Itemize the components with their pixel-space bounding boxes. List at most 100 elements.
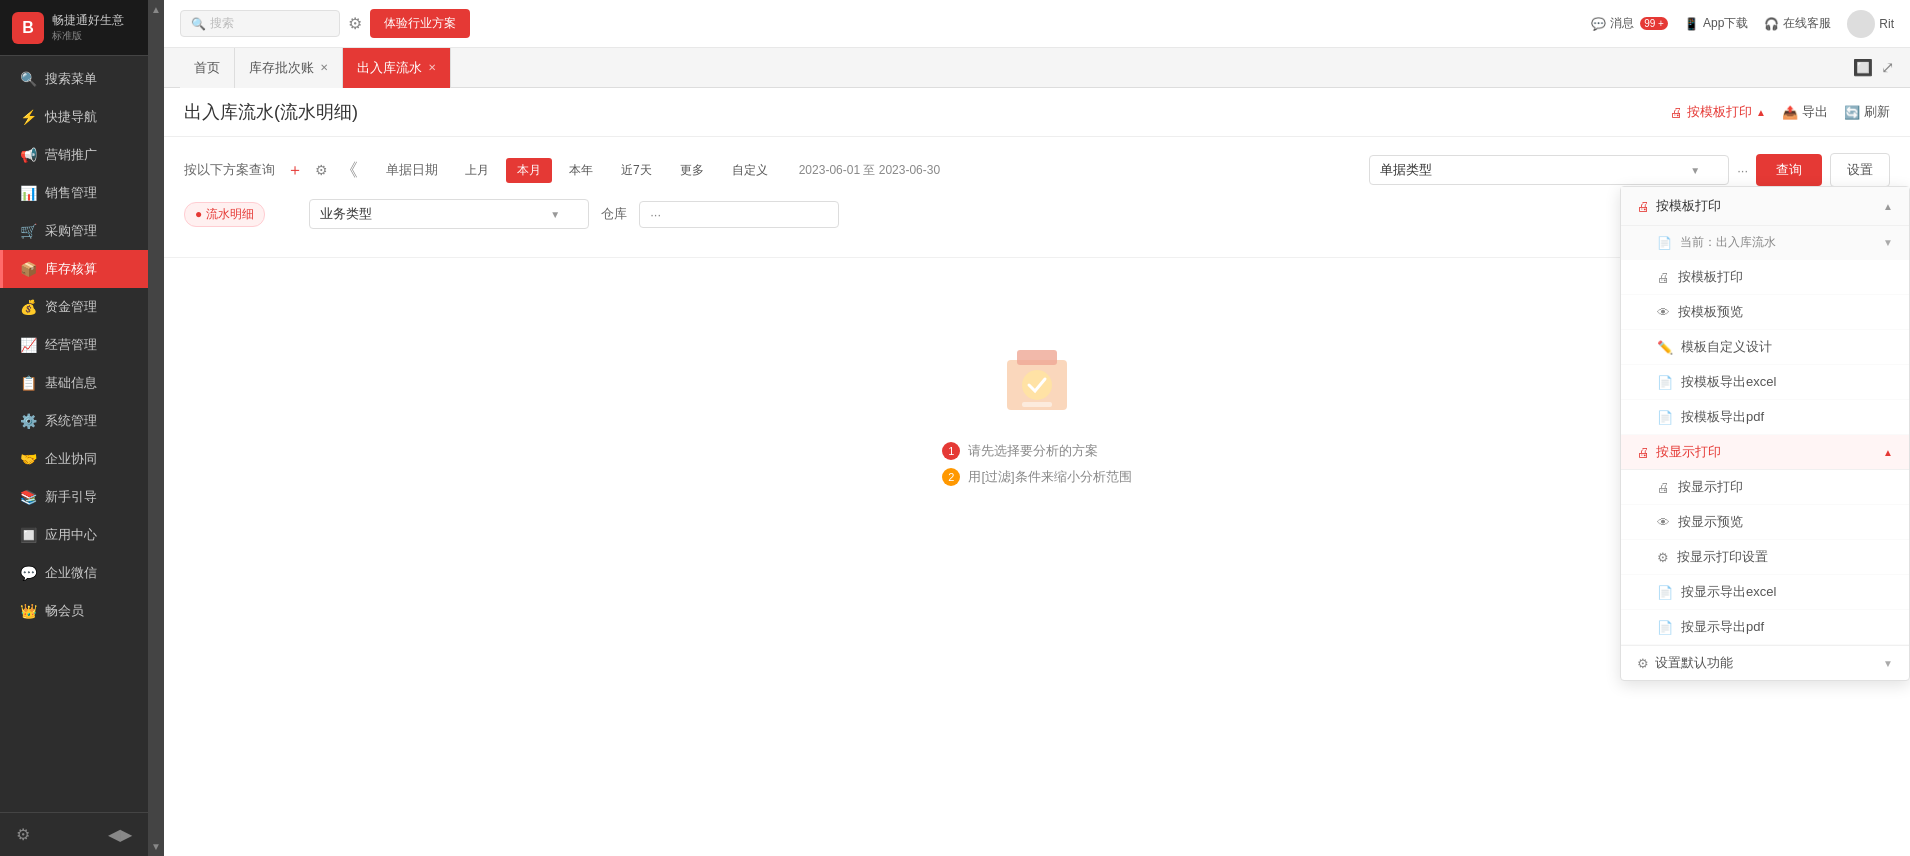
messages-item[interactable]: 💬 消息 99 + (1591, 15, 1668, 32)
sidebar-nav: 🔍 搜索菜单 ⚡ 快捷导航 📢 营销推广 📊 销售管理 🛒 采购管理 📦 库存核… (0, 56, 148, 812)
template-excel-label: 按模板导出excel (1681, 373, 1776, 391)
sidebar-item-marketing[interactable]: 📢 营销推广 (0, 136, 148, 174)
current-label: 当前：出入库流水 (1680, 234, 1776, 251)
online-service-item[interactable]: 🎧 在线客服 (1764, 15, 1831, 32)
dropdown-footer[interactable]: ⚙ 设置默认功能 ▼ (1621, 645, 1909, 680)
sidebar-item-label: 企业微信 (45, 564, 97, 582)
business-type-label: 业务类型 (320, 205, 372, 223)
filter-collapse-arrow[interactable]: 《 (340, 158, 358, 182)
sidebar-item-sales[interactable]: 📊 销售管理 (0, 174, 148, 212)
toggle-sidebar-icon[interactable]: ◀▶ (108, 825, 132, 844)
print-template-button[interactable]: 🖨 按模板打印 ▲ (1670, 103, 1766, 121)
dropdown-template-header[interactable]: 🖨 按模板打印 ▲ (1621, 187, 1909, 226)
tab-restore-icon[interactable]: 🔲 (1853, 58, 1873, 77)
sidebar-item-quicknav[interactable]: ⚡ 快捷导航 (0, 98, 148, 136)
date-filter-tags: 上月 本月 本年 近7天 更多 自定义 (454, 158, 779, 183)
settings-footer-icon[interactable]: ⚙ (16, 825, 30, 844)
sidebar-item-operation[interactable]: 📈 经营管理 (0, 326, 148, 364)
empty-step-2: 2 用[过滤]条件来缩小分析范围 (942, 468, 1131, 486)
add-filter-icon[interactable]: ＋ (287, 160, 303, 181)
warehouse-select[interactable]: ··· (639, 201, 839, 228)
dropdown-display-header[interactable]: 🖨 按显示打印 ▲ (1621, 435, 1909, 470)
date-tag-custom[interactable]: 自定义 (721, 158, 779, 183)
sidebar-item-label: 基础信息 (45, 374, 97, 392)
template-print-label: 按模板打印 (1678, 268, 1743, 286)
dropdown-item-template-design[interactable]: ✏️ 模板自定义设计 (1621, 330, 1909, 365)
doc-type-more[interactable]: ··· (1737, 163, 1748, 178)
filter-chip-label: 流水明细 (206, 206, 254, 223)
dropdown-item-display-settings[interactable]: ⚙ 按显示打印设置 (1621, 540, 1909, 575)
sidebar: B 畅捷通好生意 标准版 🔍 搜索菜单 ⚡ 快捷导航 📢 营销推广 📊 销售管理… (0, 0, 148, 856)
sidebar-item-basic[interactable]: 📋 基础信息 (0, 364, 148, 402)
date-tag-this-year[interactable]: 本年 (558, 158, 604, 183)
empty-illustration (987, 330, 1087, 430)
dropdown-current-item: 📄 当前：出入库流水 ▼ (1621, 226, 1909, 260)
tab-maximize-icon[interactable]: ⤢ (1881, 58, 1894, 77)
wechat-icon: 💬 (19, 565, 37, 581)
tab-home[interactable]: 首页 (180, 48, 235, 88)
tab-batch[interactable]: 库存批次账 ✕ (235, 48, 343, 88)
app-version: 标准版 (52, 29, 124, 43)
active-filter-chip[interactable]: ● 流水明细 (184, 202, 265, 227)
app-download-item[interactable]: 📱 App下载 (1684, 15, 1748, 32)
message-label: 消息 (1610, 15, 1634, 32)
refresh-button[interactable]: 🔄 刷新 (1844, 103, 1890, 121)
date-tag-7days[interactable]: 近7天 (610, 158, 663, 183)
dropdown-item-template-pdf[interactable]: 📄 按模板导出pdf (1621, 400, 1909, 435)
dropdown-item-display-pdf[interactable]: 📄 按显示导出pdf (1621, 610, 1909, 645)
header-left: 🔍 搜索 ⚙ 体验行业方案 (180, 9, 470, 38)
display-group-label: 按显示打印 (1656, 443, 1721, 461)
page-header: 出入库流水(流水明细) 🖨 按模板打印 ▲ 📤 导出 🔄 刷新 (164, 88, 1910, 137)
industry-solution-button[interactable]: 体验行业方案 (370, 9, 470, 38)
sidebar-item-apps[interactable]: 🔲 应用中心 (0, 516, 148, 554)
sidebar-item-search[interactable]: 🔍 搜索菜单 (0, 60, 148, 98)
dropdown-item-display-print[interactable]: 🖨 按显示打印 (1621, 470, 1909, 505)
sidebar-item-system[interactable]: ⚙️ 系统管理 (0, 402, 148, 440)
settings-gear-icon[interactable]: ⚙ (348, 14, 362, 33)
dropdown-item-template-print[interactable]: 🖨 按模板打印 (1621, 260, 1909, 295)
sidebar-item-wechat[interactable]: 💬 企业微信 (0, 554, 148, 592)
svg-point-2 (1022, 370, 1052, 400)
date-tag-last-month[interactable]: 上月 (454, 158, 500, 183)
export-button[interactable]: 📤 导出 (1782, 103, 1828, 121)
scroll-down-icon[interactable]: ▼ (151, 841, 161, 852)
sidebar-item-inventory[interactable]: 📦 库存核算 (0, 250, 148, 288)
app-download-label: App下载 (1703, 15, 1748, 32)
step-num-2: 2 (942, 468, 960, 486)
date-tag-more[interactable]: 更多 (669, 158, 715, 183)
search-bar[interactable]: 🔍 搜索 (180, 10, 340, 37)
doc-type-select[interactable]: 单据类型 ▼ (1369, 155, 1729, 185)
doc-type-label: 单据类型 (1380, 161, 1432, 179)
app-download-icon: 📱 (1684, 17, 1699, 31)
app-name: 畅捷通好生意 (52, 12, 124, 29)
dropdown-item-display-excel[interactable]: 📄 按显示导出excel (1621, 575, 1909, 610)
scroll-up-icon[interactable]: ▲ (151, 4, 161, 15)
date-tag-this-month[interactable]: 本月 (506, 158, 552, 183)
sidebar-item-purchase[interactable]: 🛒 采购管理 (0, 212, 148, 250)
page-actions: 🖨 按模板打印 ▲ 📤 导出 🔄 刷新 (1670, 103, 1890, 121)
tab-batch-close[interactable]: ✕ (320, 62, 328, 73)
filter-row-1: 按以下方案查询 ＋ ⚙ 《 单据日期 上月 本月 本年 近7天 更多 自定义 2… (184, 153, 1890, 187)
sidebar-item-finance[interactable]: 💰 资金管理 (0, 288, 148, 326)
user-profile[interactable]: Rit (1847, 10, 1894, 38)
filter-chip-icon: ● (195, 207, 202, 221)
business-type-select[interactable]: 业务类型 ▼ (309, 199, 589, 229)
warehouse-more[interactable]: ··· (650, 207, 661, 222)
quicknav-icon: ⚡ (19, 109, 37, 125)
template-preview-label: 按模板预览 (1678, 303, 1743, 321)
dropdown-item-template-preview[interactable]: 👁 按模板预览 (1621, 295, 1909, 330)
sidebar-item-member[interactable]: 👑 畅会员 (0, 592, 148, 630)
dropdown-item-display-preview[interactable]: 👁 按显示预览 (1621, 505, 1909, 540)
sidebar-item-collab[interactable]: 🤝 企业协同 (0, 440, 148, 478)
member-icon: 👑 (19, 603, 37, 619)
tab-flow[interactable]: 出入库流水 ✕ (343, 48, 451, 88)
tab-flow-close[interactable]: ✕ (428, 62, 436, 73)
filter-label: 按以下方案查询 (184, 161, 275, 179)
set-button[interactable]: 设置 (1830, 153, 1890, 187)
sidebar-scroll[interactable]: ▲ ▼ (148, 0, 164, 856)
filter-settings-icon[interactable]: ⚙ (315, 162, 328, 178)
dropdown-item-template-excel[interactable]: 📄 按模板导出excel (1621, 365, 1909, 400)
sidebar-item-guide[interactable]: 📚 新手引导 (0, 478, 148, 516)
query-button[interactable]: 查询 (1756, 154, 1822, 186)
current-arrow: ▼ (1883, 237, 1893, 248)
